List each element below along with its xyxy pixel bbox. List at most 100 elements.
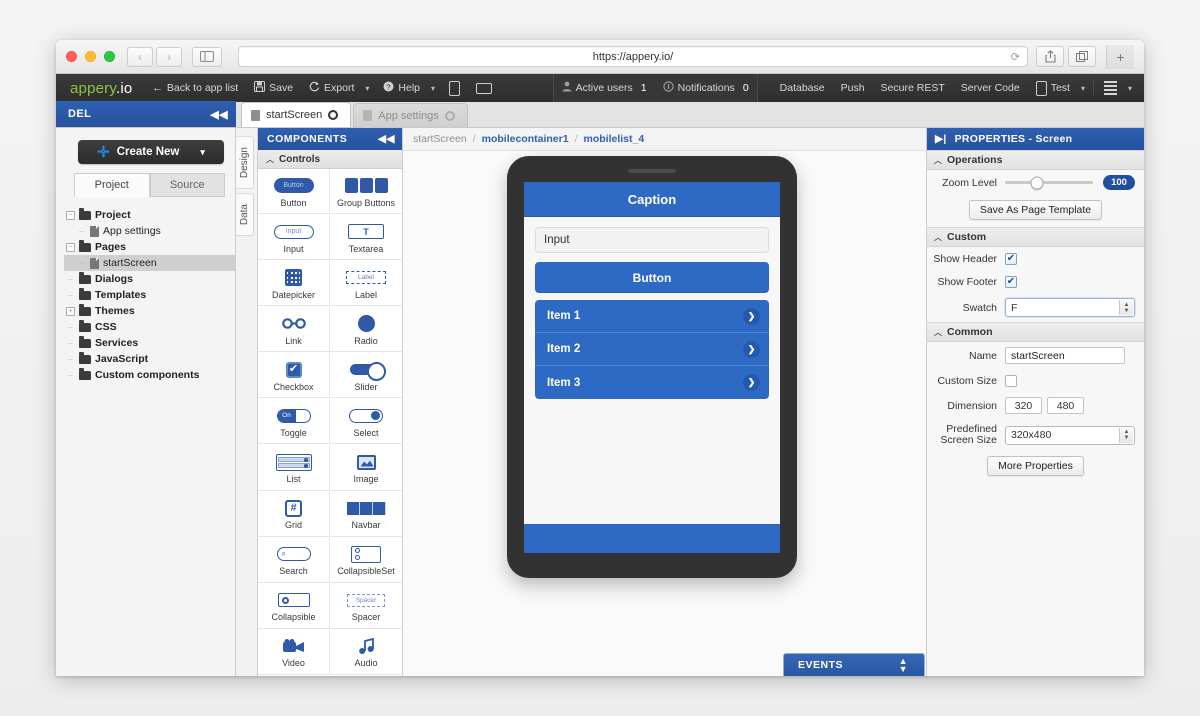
palette-item-slider[interactable]: Slider [330, 353, 402, 399]
expand-properties-icon[interactable]: ▶| [935, 133, 947, 145]
vtab-data[interactable]: Data [236, 193, 254, 237]
forward-icon[interactable]: › [156, 46, 182, 67]
palette-item-input[interactable]: Input Input [258, 215, 330, 261]
database-button[interactable]: Database [772, 74, 833, 102]
palette-item-audio[interactable]: Audio [330, 630, 402, 675]
help-caret-icon[interactable]: ▾ [428, 74, 441, 102]
create-new-button[interactable]: ✛ Create New ▾ [78, 140, 224, 164]
tabs-icon[interactable] [1068, 46, 1096, 67]
breadcrumb-item-2[interactable]: mobilelist_4 [584, 133, 645, 145]
screen-header[interactable]: Caption [524, 182, 780, 217]
tree-twisty-icon[interactable]: − [66, 242, 75, 252]
vtab-design[interactable]: Design [236, 136, 254, 190]
palette-item-select[interactable]: Select [330, 399, 402, 445]
tree-item-dialogs[interactable]: – Dialogs [64, 271, 235, 287]
palette-item-list[interactable]: List [258, 445, 330, 491]
palette-item-collapsibleset[interactable]: CollapsibleSet [330, 538, 402, 583]
tree-item-app-settings[interactable]: – App settings [64, 223, 235, 239]
section-common[interactable]: ︿ Common [927, 322, 1144, 342]
help-button[interactable]: ? Help [375, 74, 428, 102]
tree-twisty-icon[interactable]: − [66, 210, 75, 220]
tree-item-themes[interactable]: + Themes [64, 303, 235, 319]
chevron-right-icon[interactable]: ❯ [743, 340, 760, 358]
section-operations[interactable]: ︿ Operations [927, 150, 1144, 170]
secure-rest-button[interactable]: Secure REST [873, 74, 953, 102]
palette-item-radio[interactable]: Radio [330, 307, 402, 353]
palette-item-toggle[interactable]: On Toggle [258, 399, 330, 445]
swatch-stepper-icon[interactable]: ▲ ▼ [1119, 300, 1133, 315]
test-button[interactable]: Test [1028, 74, 1078, 102]
palette-item-image[interactable]: Image [330, 446, 402, 491]
predefined-stepper-icon[interactable]: ▲ ▼ [1119, 427, 1133, 443]
screen-input-field[interactable]: Input [535, 227, 769, 253]
export-button[interactable]: Export [301, 74, 362, 102]
swatch-select[interactable]: F ▲ ▼ [1005, 298, 1135, 317]
events-bar[interactable]: EVENTS ▲ ▼ [783, 653, 925, 676]
palette-item-textarea[interactable]: T Textarea [330, 215, 402, 261]
tree-item-project[interactable]: − Project [64, 207, 235, 223]
show-footer-checkbox[interactable]: ✔ [1005, 275, 1017, 288]
tab-source[interactable]: Source [149, 173, 225, 197]
tree-item-javascript[interactable]: – JavaScript [64, 351, 235, 367]
server-code-button[interactable]: Server Code [953, 74, 1028, 102]
close-tab-icon[interactable] [328, 110, 339, 120]
zoom-level-slider[interactable] [1005, 176, 1093, 189]
tab-app-settings[interactable]: App settings [353, 103, 468, 127]
palette-section-controls[interactable]: ︿ Controls [258, 150, 402, 169]
palette-item-grid[interactable]: # Grid [258, 491, 330, 537]
predefined-screen-size-select[interactable]: 320x480 ▲ ▼ [1005, 425, 1135, 445]
palette-item-group-buttons[interactable]: Group Buttons [330, 169, 402, 214]
palette-item-collapsible[interactable]: Collapsible [258, 583, 330, 629]
more-properties-button[interactable]: More Properties [987, 456, 1084, 476]
menu-caret-icon[interactable]: ▾ [1125, 74, 1144, 102]
palette-item-label[interactable]: Label Label [330, 261, 402, 307]
push-button[interactable]: Push [833, 74, 873, 102]
tab-start-screen[interactable]: startScreen [241, 102, 352, 127]
palette-item-spacer[interactable]: Spacer Spacer [330, 584, 402, 629]
tablet-preview-icon[interactable] [468, 74, 500, 102]
notifications-item[interactable]: Notifications 0 [655, 74, 757, 102]
share-icon[interactable] [1036, 46, 1064, 67]
tree-item-custom-components[interactable]: – Custom components [64, 367, 235, 383]
export-caret-icon[interactable]: ▾ [362, 74, 375, 102]
screen-button[interactable]: Button [535, 262, 769, 293]
minimize-window-button[interactable] [85, 51, 96, 62]
reload-icon[interactable]: ⟳ [1011, 50, 1020, 63]
palette-item-datepicker[interactable]: Datepicker [258, 261, 330, 307]
active-users-item[interactable]: Active users 1 [554, 74, 655, 102]
back-icon[interactable]: ‹ [127, 46, 153, 67]
custom-size-checkbox[interactable] [1005, 374, 1017, 387]
phone-preview-icon[interactable] [441, 74, 468, 102]
tree-item-services[interactable]: – Services [64, 335, 235, 351]
dimension-height-input[interactable]: 480 [1047, 397, 1084, 414]
chevron-right-icon[interactable]: ❯ [743, 374, 760, 391]
tree-item-templates[interactable]: – Templates [64, 287, 235, 303]
palette-item-navbar[interactable]: Navbar [330, 492, 402, 537]
close-window-button[interactable] [66, 51, 77, 62]
close-tab-icon-2[interactable] [444, 110, 455, 121]
tree-item-pages[interactable]: − Pages [64, 239, 235, 255]
palette-item-video[interactable]: Video [258, 629, 330, 675]
save-as-page-template-button[interactable]: Save As Page Template [968, 200, 1103, 220]
breadcrumb-item-0[interactable]: startScreen [413, 133, 467, 145]
new-tab-button[interactable]: + [1106, 44, 1134, 69]
maximize-window-button[interactable] [104, 51, 115, 62]
palette-item-link[interactable]: Link [258, 307, 330, 353]
menu-button[interactable] [1096, 74, 1125, 102]
section-custom[interactable]: ︿ Custom [927, 227, 1144, 247]
zoom-level-slider-knob[interactable] [1030, 176, 1044, 189]
chevron-right-icon[interactable]: ❯ [743, 307, 760, 325]
back-to-app-list-button[interactable]: ← Back to app list [144, 74, 246, 102]
address-bar[interactable]: https://appery.io/ ⟳ [238, 46, 1028, 67]
palette-item-button[interactable]: Button Button [258, 169, 330, 214]
appery-logo[interactable]: appery.io [56, 80, 144, 97]
palette-item-search[interactable]: ⌕ Search [258, 537, 330, 583]
collapse-palette-icon[interactable]: ◀◀ [378, 133, 395, 145]
list-item[interactable]: Item 2 ❯ [535, 333, 769, 366]
tree-item-startscreen[interactable]: – startScreen [64, 255, 235, 271]
dimension-width-input[interactable]: 320 [1005, 397, 1042, 414]
list-item[interactable]: Item 1 ❯ [535, 300, 769, 333]
tree-item-css[interactable]: – CSS [64, 319, 235, 335]
sidebar-icon[interactable] [192, 46, 222, 67]
tree-twisty-icon[interactable]: + [66, 306, 75, 316]
